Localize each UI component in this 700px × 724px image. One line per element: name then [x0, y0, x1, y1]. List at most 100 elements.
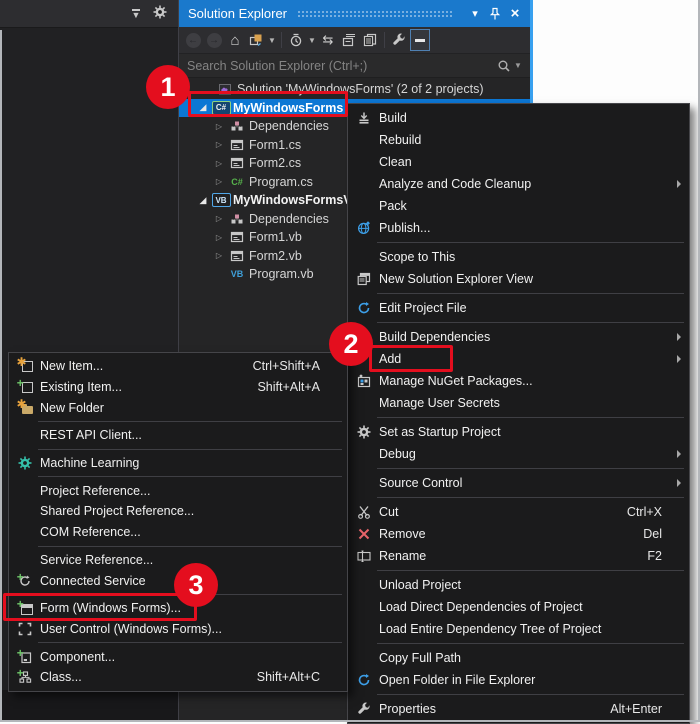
back-icon[interactable]: ← [183, 30, 203, 50]
properties-wrench-icon[interactable] [389, 30, 409, 50]
class-plus-icon: + [10, 670, 40, 684]
menu-item-set-as-startup-project[interactable]: Set as Startup Project [349, 421, 688, 443]
menu-item-debug[interactable]: Debug [349, 443, 688, 465]
menu-item-machine-learning[interactable]: Machine Learning [10, 453, 346, 474]
menu-item-label: Analyze and Code Cleanup [379, 177, 677, 191]
forward-icon[interactable]: → [204, 30, 224, 50]
search-dropdown-icon[interactable]: ▼ [514, 61, 530, 70]
menu-item-edit-project-file[interactable]: Edit Project File [349, 297, 688, 319]
drag-grip [297, 10, 454, 19]
user-control-icon [10, 622, 40, 636]
menu-item-remove[interactable]: RemoveDel [349, 523, 688, 545]
submenu-arrow-icon [677, 355, 681, 363]
menu-item-publish[interactable]: Publish... [349, 217, 688, 239]
menu-separator [10, 418, 346, 425]
menu-item-shortcut: Shift+Alt+C [257, 670, 346, 684]
menu-item-class[interactable]: +Class...Shift+Alt+C [10, 667, 346, 688]
menu-item-user-control-windows-forms[interactable]: User Control (Windows Forms)... [10, 619, 346, 640]
menu-item-new-solution-explorer-view[interactable]: New Solution Explorer View [349, 268, 688, 290]
menu-item-label: New Item... [40, 359, 253, 373]
menu-item-properties[interactable]: PropertiesAlt+Enter [349, 698, 688, 720]
menu-item-label: Load Entire Dependency Tree of Project [379, 622, 688, 636]
menu-item-service-reference[interactable]: Service Reference... [10, 550, 346, 571]
menu-item-open-folder-in-file-explorer[interactable]: Open Folder in File Explorer [349, 669, 688, 691]
submenu-arrow-icon [677, 450, 681, 458]
menu-item-rename[interactable]: RenameF2 [349, 545, 688, 567]
expand-arrow-icon[interactable]: ▷ [211, 214, 227, 223]
collapse-all-icon[interactable] [339, 30, 359, 50]
menu-item-rebuild[interactable]: Rebuild [349, 129, 688, 151]
menu-item-load-entire-dependency-tree-of-project[interactable]: Load Entire Dependency Tree of Project [349, 618, 688, 640]
expand-arrow-icon[interactable]: ▷ [211, 140, 227, 149]
menu-item-new-folder[interactable]: ✱New Folder [10, 397, 346, 418]
menu-separator [349, 691, 688, 698]
search-icon[interactable] [494, 59, 514, 73]
menu-item-scope-to-this[interactable]: Scope to This [349, 246, 688, 268]
menu-item-cut[interactable]: CutCtrl+X [349, 501, 688, 523]
collapse-arrow-icon[interactable]: ◢ [195, 195, 211, 206]
search-input[interactable] [179, 59, 494, 73]
show-all-files-icon[interactable] [360, 30, 380, 50]
menu-item-project-reference[interactable]: Project Reference... [10, 480, 346, 501]
switch-views-dropdown-icon[interactable]: ▼ [267, 30, 277, 50]
menu-item-shared-project-reference[interactable]: Shared Project Reference... [10, 501, 346, 522]
menu-item-label: Build Dependencies [379, 330, 677, 344]
menu-item-source-control[interactable]: Source Control [349, 472, 688, 494]
pending-changes-filter-icon[interactable] [286, 30, 306, 50]
menu-item-unload-project[interactable]: Unload Project [349, 574, 688, 596]
collapse-pane-icon[interactable]: ▼ [128, 7, 144, 21]
toolbar-separator [384, 32, 385, 48]
expand-arrow-icon[interactable]: ▷ [211, 233, 227, 242]
close-icon[interactable]: × [506, 5, 524, 23]
tree-item-label: Form2.cs [247, 156, 301, 170]
menu-item-manage-user-secrets[interactable]: Manage User Secrets [349, 392, 688, 414]
menu-item-clean[interactable]: Clean [349, 151, 688, 173]
menu-item-load-direct-dependencies-of-project[interactable]: Load Direct Dependencies of Project [349, 596, 688, 618]
menu-item-label: Remove [379, 527, 643, 541]
step2-badge: 2 [329, 322, 373, 366]
menu-item-copy-full-path[interactable]: Copy Full Path [349, 647, 688, 669]
sync-with-active-document-icon[interactable]: ⇆ [318, 30, 338, 50]
expand-arrow-icon[interactable]: ▷ [211, 122, 227, 131]
menu-item-label: New Solution Explorer View [379, 272, 688, 286]
preview-selected-items-icon[interactable] [410, 30, 430, 50]
menu-item-shortcut: Alt+Enter [610, 702, 688, 716]
sq-star-icon: ✱ [10, 359, 40, 373]
sq-plus-icon: + [10, 380, 40, 394]
expand-arrow-icon[interactable]: ▷ [211, 159, 227, 168]
menu-item-label: Machine Learning [40, 456, 346, 470]
tree-item-label: Form1.cs [247, 138, 301, 152]
menu-item-existing-item[interactable]: +Existing Item...Shift+Alt+A [10, 377, 346, 398]
menu-item-component[interactable]: +Component... [10, 646, 346, 667]
menu-item-label: New Folder [40, 401, 346, 415]
switch-views-icon[interactable] [246, 30, 266, 50]
home-icon[interactable]: ⌂ [225, 30, 245, 50]
deps-icon [227, 212, 247, 226]
menu-item-rest-api-client[interactable]: REST API Client... [10, 425, 346, 446]
menu-item-new-item[interactable]: ✱New Item...Ctrl+Shift+A [10, 356, 346, 377]
menu-item-label: Properties [379, 702, 610, 716]
filter-dropdown-icon[interactable]: ▼ [307, 30, 317, 50]
menu-item-label: Existing Item... [40, 380, 257, 394]
menu-item-build[interactable]: Build [349, 107, 688, 129]
gear-gray-icon [349, 425, 379, 439]
menu-item-shortcut: Ctrl+Shift+A [253, 359, 346, 373]
tree-item-label: Program.cs [247, 175, 313, 189]
pin-icon[interactable] [486, 5, 504, 23]
search-row: ▼ [179, 54, 530, 78]
menu-item-analyze-and-code-cleanup[interactable]: Analyze and Code Cleanup [349, 173, 688, 195]
menu-item-com-reference[interactable]: COM Reference... [10, 522, 346, 543]
expand-arrow-icon[interactable]: ▷ [211, 177, 227, 186]
red-x-icon [349, 527, 379, 541]
menu-item-label: Load Direct Dependencies of Project [379, 600, 688, 614]
menu-item-pack[interactable]: Pack [349, 195, 688, 217]
menu-separator [10, 543, 346, 550]
gear-icon[interactable] [152, 5, 168, 22]
deps-icon [227, 119, 247, 133]
window-position-icon[interactable]: ▾ [466, 5, 484, 23]
step2-highlight-box [369, 345, 453, 372]
menu-item-label: Scope to This [379, 250, 688, 264]
menu-item-manage-nuget-packages[interactable]: Manage NuGet Packages... [349, 370, 688, 392]
expand-arrow-icon[interactable]: ▷ [211, 251, 227, 260]
panel-titlebar[interactable]: Solution Explorer ▾ × [179, 0, 530, 27]
